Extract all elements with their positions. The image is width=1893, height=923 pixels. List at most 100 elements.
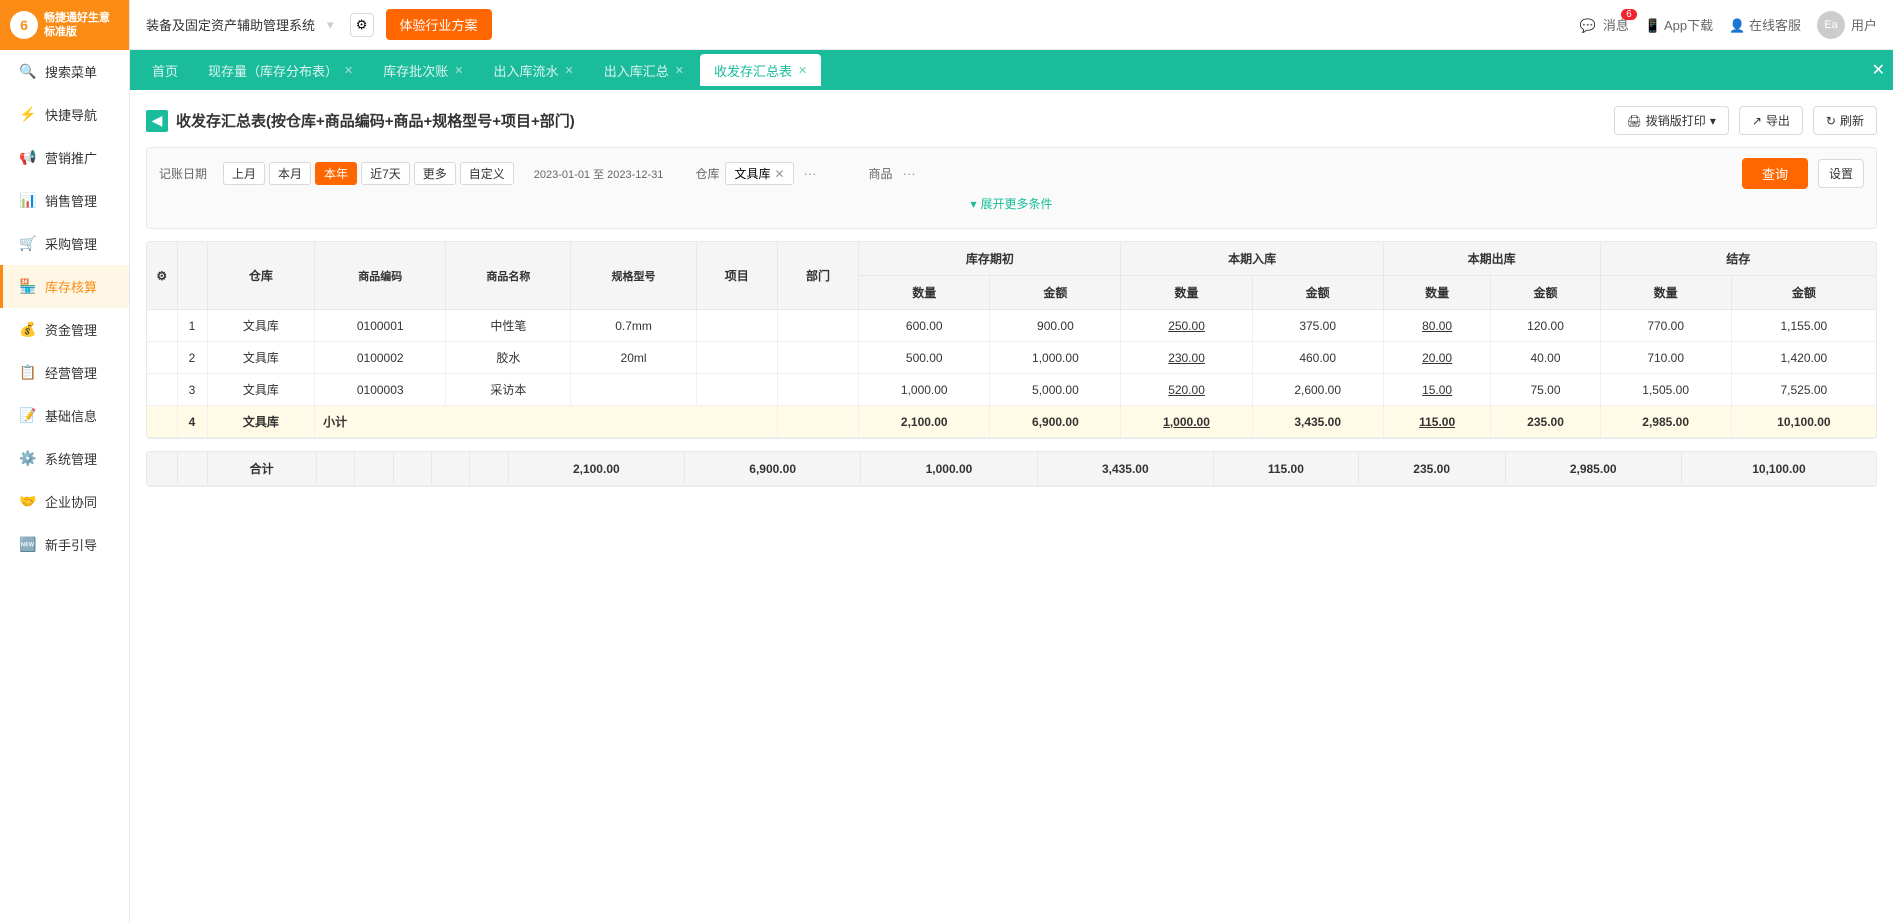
filter-date-buttons: 上月 本月 本年 近7天 更多 自定义 xyxy=(223,162,514,185)
row-in-qty[interactable]: 520.00 xyxy=(1121,374,1252,406)
sidebar-item-label: 基础信息 xyxy=(45,406,97,425)
phone-icon: 📱 xyxy=(1645,18,1661,33)
row-out-qty[interactable]: 20.00 xyxy=(1383,342,1491,374)
tab-inventory-dist-label: 现存量（库存分布表） xyxy=(208,61,338,80)
tab-batch-ledger[interactable]: 库存批次账 ✕ xyxy=(369,54,477,86)
tab-inventory-dist[interactable]: 现存量（库存分布表） ✕ xyxy=(194,54,367,86)
tab-batch-ledger-close[interactable]: ✕ xyxy=(454,64,463,77)
page-title: 收发存汇总表(按仓库+商品编码+商品+规格型号+项目+部门) xyxy=(176,110,575,131)
finance-icon: 💰 xyxy=(19,321,37,338)
main-area: 装备及固定资产辅助管理系统 ▾ ⚙ 体验行业方案 💬 6 消息 📱 App下载 … xyxy=(130,0,1893,923)
tab-inout-summary[interactable]: 出入库汇总 ✕ xyxy=(590,54,698,86)
th-out-qty: 数量 xyxy=(1383,276,1491,310)
print-btn[interactable]: 🖨 拨销版打印 ▾ xyxy=(1614,106,1729,135)
th-bal-qty: 数量 xyxy=(1600,276,1731,310)
row-out-qty[interactable]: 15.00 xyxy=(1383,374,1491,406)
row-dept xyxy=(777,342,858,374)
th-open-group: 库存期初 xyxy=(859,242,1121,276)
th-name: 商品名称 xyxy=(446,242,571,310)
row-no: 3 xyxy=(177,374,207,406)
sidebar-item-inventory[interactable]: 🏪 库存核算 xyxy=(0,265,129,308)
sidebar-item-basic[interactable]: 📝 基础信息 xyxy=(0,394,129,437)
trial-btn[interactable]: 体验行业方案 xyxy=(386,9,492,40)
topbar-right: 💬 6 消息 📱 App下载 👤 在线客服 Ea 用户 xyxy=(1579,11,1877,39)
sub-label: 小计 xyxy=(315,406,778,438)
tab-inout-summary-close[interactable]: ✕ xyxy=(675,64,684,77)
sidebar-item-sales[interactable]: 📊 销售管理 xyxy=(0,179,129,222)
sidebar-item-guide[interactable]: 🆕 新手引导 xyxy=(0,523,129,566)
row-out-qty[interactable]: 80.00 xyxy=(1383,310,1491,342)
row-open-qty: 1,000.00 xyxy=(859,374,990,406)
sidebar-item-purchase[interactable]: 🛒 采购管理 xyxy=(0,222,129,265)
goods-more-dots[interactable]: ··· xyxy=(903,166,916,181)
sidebar-item-label: 快捷导航 xyxy=(45,105,97,124)
row-bal-amt: 7,525.00 xyxy=(1731,374,1876,406)
query-button[interactable]: 查询 xyxy=(1742,158,1808,189)
user-area[interactable]: Ea 用户 xyxy=(1817,11,1877,39)
table-row: 1 文具库 0100001 中性笔 0.7mm 600.00 900.00 25… xyxy=(147,310,1876,342)
footer-out-qty: 115.00 xyxy=(1213,452,1358,486)
row-open-qty: 500.00 xyxy=(859,342,990,374)
date-btn-last[interactable]: 上月 xyxy=(223,162,265,185)
warehouse-tag[interactable]: 文具库 ✕ xyxy=(725,162,793,185)
sidebar-item-operation[interactable]: 📋 经营管理 xyxy=(0,351,129,394)
sidebar-item-search[interactable]: 🔍 搜索菜单 xyxy=(0,50,129,93)
logo-icon: 6 xyxy=(10,11,38,39)
date-btn-custom[interactable]: 自定义 xyxy=(460,162,514,185)
export-icon: ↗ xyxy=(1752,114,1762,128)
page-content: ◀ 收发存汇总表(按仓库+商品编码+商品+规格型号+项目+部门) 🖨 拨销版打印… xyxy=(130,90,1893,923)
app-logo: 6 畅捷通好生意 标准版 xyxy=(0,0,129,50)
date-btn-7[interactable]: 近7天 xyxy=(361,162,410,185)
warehouse-tag-close[interactable]: ✕ xyxy=(774,167,784,181)
export-btn[interactable]: ↗ 导出 xyxy=(1739,106,1803,135)
row-bal-qty: 710.00 xyxy=(1600,342,1731,374)
row-in-qty[interactable]: 250.00 xyxy=(1121,310,1252,342)
row-in-amt: 375.00 xyxy=(1252,310,1383,342)
th-out-group: 本期出库 xyxy=(1383,242,1600,276)
row-bal-qty: 1,505.00 xyxy=(1600,374,1731,406)
sidebar-item-enterprise[interactable]: 🤝 企业协同 xyxy=(0,480,129,523)
sidebar-item-label: 销售管理 xyxy=(45,191,97,210)
date-btn-this[interactable]: 本月 xyxy=(269,162,311,185)
sidebar-item-system[interactable]: ⚙️ 系统管理 xyxy=(0,437,129,480)
sidebar-item-finance[interactable]: 💰 资金管理 xyxy=(0,308,129,351)
tab-home[interactable]: 首页 xyxy=(138,54,192,86)
close-all-tabs[interactable]: ✕ xyxy=(1872,60,1885,80)
avatar: Ea xyxy=(1817,11,1845,39)
date-btn-more[interactable]: 更多 xyxy=(414,162,456,185)
row-spec: 20ml xyxy=(571,342,696,374)
refresh-btn[interactable]: ↻ 刷新 xyxy=(1813,106,1877,135)
basic-icon: 📝 xyxy=(19,407,37,424)
online-service[interactable]: 👤 在线客服 xyxy=(1729,15,1801,34)
tab-recv-summary[interactable]: 收发存汇总表 ✕ xyxy=(700,54,821,86)
message-badge[interactable]: 💬 6 消息 xyxy=(1579,15,1628,34)
th-settings[interactable]: ⚙ xyxy=(147,242,177,310)
row-in-qty[interactable]: 230.00 xyxy=(1121,342,1252,374)
tab-recv-summary-close[interactable]: ✕ xyxy=(798,64,807,77)
tab-inventory-dist-close[interactable]: ✕ xyxy=(344,64,353,77)
tab-inout-flow[interactable]: 出入库流水 ✕ xyxy=(479,54,587,86)
sidebar-item-label: 搜索菜单 xyxy=(45,62,97,81)
sidebar-item-marketing[interactable]: 📢 营销推广 xyxy=(0,136,129,179)
message-label: 消息 xyxy=(1603,18,1629,33)
filter-settings-button[interactable]: 设置 xyxy=(1818,159,1864,188)
warehouse-more-dots[interactable]: ··· xyxy=(804,166,817,181)
sidebar-item-label: 新手引导 xyxy=(45,535,97,554)
filter-goods-area: 商品 ··· xyxy=(849,165,916,182)
collapse-toggle[interactable]: ◀ xyxy=(146,110,168,132)
footer-empty4 xyxy=(355,452,393,486)
date-btn-year[interactable]: 本年 xyxy=(315,162,357,185)
th-code: 商品编码 xyxy=(315,242,446,310)
th-in-group: 本期入库 xyxy=(1121,242,1383,276)
sidebar-item-quick[interactable]: ⚡ 快捷导航 xyxy=(0,93,129,136)
app-download[interactable]: 📱 App下载 xyxy=(1645,15,1713,34)
inventory-icon: 🏪 xyxy=(19,278,37,295)
expand-more-btn[interactable]: ▾ 展开更多条件 xyxy=(159,189,1864,218)
summary-table: ⚙ 仓库 商品编码 商品名称 规格型号 项目 部门 库存期初 本期入库 本期出库… xyxy=(147,242,1876,438)
footer-empty2 xyxy=(177,452,207,486)
settings-icon[interactable]: ⚙ xyxy=(350,13,374,37)
tab-batch-ledger-label: 库存批次账 xyxy=(383,61,448,80)
sales-icon: 📊 xyxy=(19,192,37,209)
row-project xyxy=(696,374,777,406)
tab-inout-flow-close[interactable]: ✕ xyxy=(565,64,574,77)
